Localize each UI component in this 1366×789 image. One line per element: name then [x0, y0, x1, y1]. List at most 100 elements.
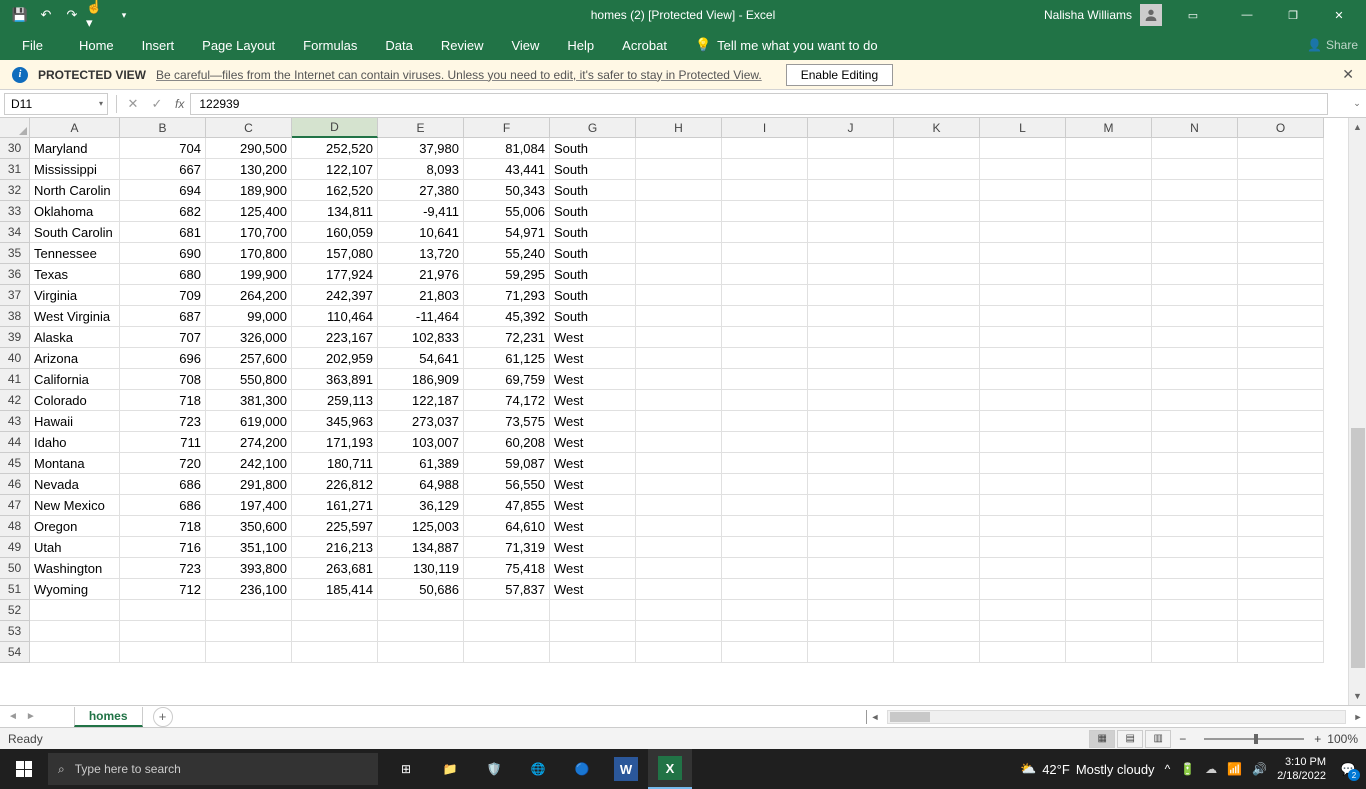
cell[interactable] [550, 621, 636, 642]
cell[interactable] [1238, 138, 1324, 159]
cell[interactable] [1066, 411, 1152, 432]
cell[interactable] [1152, 180, 1238, 201]
user-avatar-icon[interactable] [1140, 4, 1162, 26]
cell[interactable] [1066, 621, 1152, 642]
cell[interactable] [1238, 516, 1324, 537]
cell[interactable]: 81,084 [464, 138, 550, 159]
cell[interactable] [894, 138, 980, 159]
cell[interactable]: 27,380 [378, 180, 464, 201]
cell[interactable]: 350,600 [206, 516, 292, 537]
cell[interactable] [550, 600, 636, 621]
cell[interactable]: South [550, 159, 636, 180]
cell[interactable] [1066, 201, 1152, 222]
cell[interactable]: 351,100 [206, 537, 292, 558]
cell[interactable]: 186,909 [378, 369, 464, 390]
cells-area[interactable]: Maryland704290,500252,52037,98081,084Sou… [30, 138, 1324, 663]
cell[interactable]: 21,803 [378, 285, 464, 306]
cell[interactable] [1066, 264, 1152, 285]
cell[interactable]: 274,200 [206, 432, 292, 453]
cell[interactable] [636, 285, 722, 306]
zoom-percent[interactable]: 100% [1327, 732, 1358, 746]
cell[interactable] [980, 600, 1066, 621]
cell[interactable] [1152, 138, 1238, 159]
cell[interactable] [722, 432, 808, 453]
cell[interactable] [980, 327, 1066, 348]
cell[interactable]: 711 [120, 432, 206, 453]
row-header[interactable]: 51 [0, 579, 30, 600]
cell[interactable] [894, 180, 980, 201]
cell[interactable] [1152, 642, 1238, 663]
cell[interactable] [980, 432, 1066, 453]
cell[interactable] [722, 411, 808, 432]
cell[interactable]: 242,397 [292, 285, 378, 306]
cell[interactable] [1066, 432, 1152, 453]
column-header-A[interactable]: A [30, 118, 120, 138]
cell[interactable]: West [550, 474, 636, 495]
cell[interactable]: South [550, 243, 636, 264]
cell[interactable] [808, 327, 894, 348]
minimize-button[interactable]: — [1224, 0, 1270, 30]
cell[interactable]: West [550, 495, 636, 516]
cell[interactable] [722, 222, 808, 243]
row-header[interactable]: 37 [0, 285, 30, 306]
cell[interactable] [1238, 621, 1324, 642]
cell[interactable]: 69,759 [464, 369, 550, 390]
cell[interactable]: 13,720 [378, 243, 464, 264]
cell[interactable]: 716 [120, 537, 206, 558]
cell[interactable]: 619,000 [206, 411, 292, 432]
cell[interactable] [1066, 537, 1152, 558]
column-header-H[interactable]: H [636, 118, 722, 138]
cell[interactable] [1238, 180, 1324, 201]
cell[interactable]: 110,464 [292, 306, 378, 327]
cell[interactable] [980, 516, 1066, 537]
cell[interactable] [1066, 159, 1152, 180]
row-header[interactable]: 43 [0, 411, 30, 432]
cell[interactable] [1066, 495, 1152, 516]
cell[interactable]: Washington [30, 558, 120, 579]
cell[interactable]: 189,900 [206, 180, 292, 201]
cell[interactable] [808, 390, 894, 411]
cell[interactable]: 236,100 [206, 579, 292, 600]
cell[interactable] [464, 642, 550, 663]
cell[interactable] [1152, 243, 1238, 264]
cell[interactable]: 21,976 [378, 264, 464, 285]
name-box[interactable]: D11 [4, 93, 108, 115]
cell[interactable]: 687 [120, 306, 206, 327]
cell[interactable] [722, 516, 808, 537]
column-header-L[interactable]: L [980, 118, 1066, 138]
cell[interactable]: South [550, 264, 636, 285]
cell[interactable]: 291,800 [206, 474, 292, 495]
cell[interactable] [894, 516, 980, 537]
cell[interactable]: 102,833 [378, 327, 464, 348]
cell[interactable] [894, 537, 980, 558]
cell[interactable] [1152, 579, 1238, 600]
cell[interactable] [1238, 432, 1324, 453]
cell[interactable] [894, 390, 980, 411]
scroll-down-icon[interactable]: ▼ [1349, 687, 1366, 705]
cell[interactable] [636, 138, 722, 159]
cell[interactable]: 50,343 [464, 180, 550, 201]
cell[interactable]: 50,686 [378, 579, 464, 600]
row-header[interactable]: 44 [0, 432, 30, 453]
cell[interactable] [894, 306, 980, 327]
scroll-up-icon[interactable]: ▲ [1349, 118, 1366, 136]
cell[interactable] [636, 579, 722, 600]
cell[interactable] [1152, 306, 1238, 327]
cell[interactable]: 257,600 [206, 348, 292, 369]
cell[interactable]: 73,575 [464, 411, 550, 432]
cell[interactable]: 59,087 [464, 453, 550, 474]
cell[interactable] [722, 390, 808, 411]
cell[interactable] [636, 201, 722, 222]
cell[interactable]: 54,641 [378, 348, 464, 369]
cell[interactable] [808, 453, 894, 474]
cell[interactable] [1066, 390, 1152, 411]
cell[interactable] [1066, 516, 1152, 537]
cell[interactable] [722, 642, 808, 663]
cell[interactable] [1152, 222, 1238, 243]
cell[interactable] [980, 201, 1066, 222]
cell[interactable] [636, 411, 722, 432]
cell[interactable]: 686 [120, 474, 206, 495]
row-header[interactable]: 49 [0, 537, 30, 558]
column-header-J[interactable]: J [808, 118, 894, 138]
cell[interactable]: 125,400 [206, 201, 292, 222]
